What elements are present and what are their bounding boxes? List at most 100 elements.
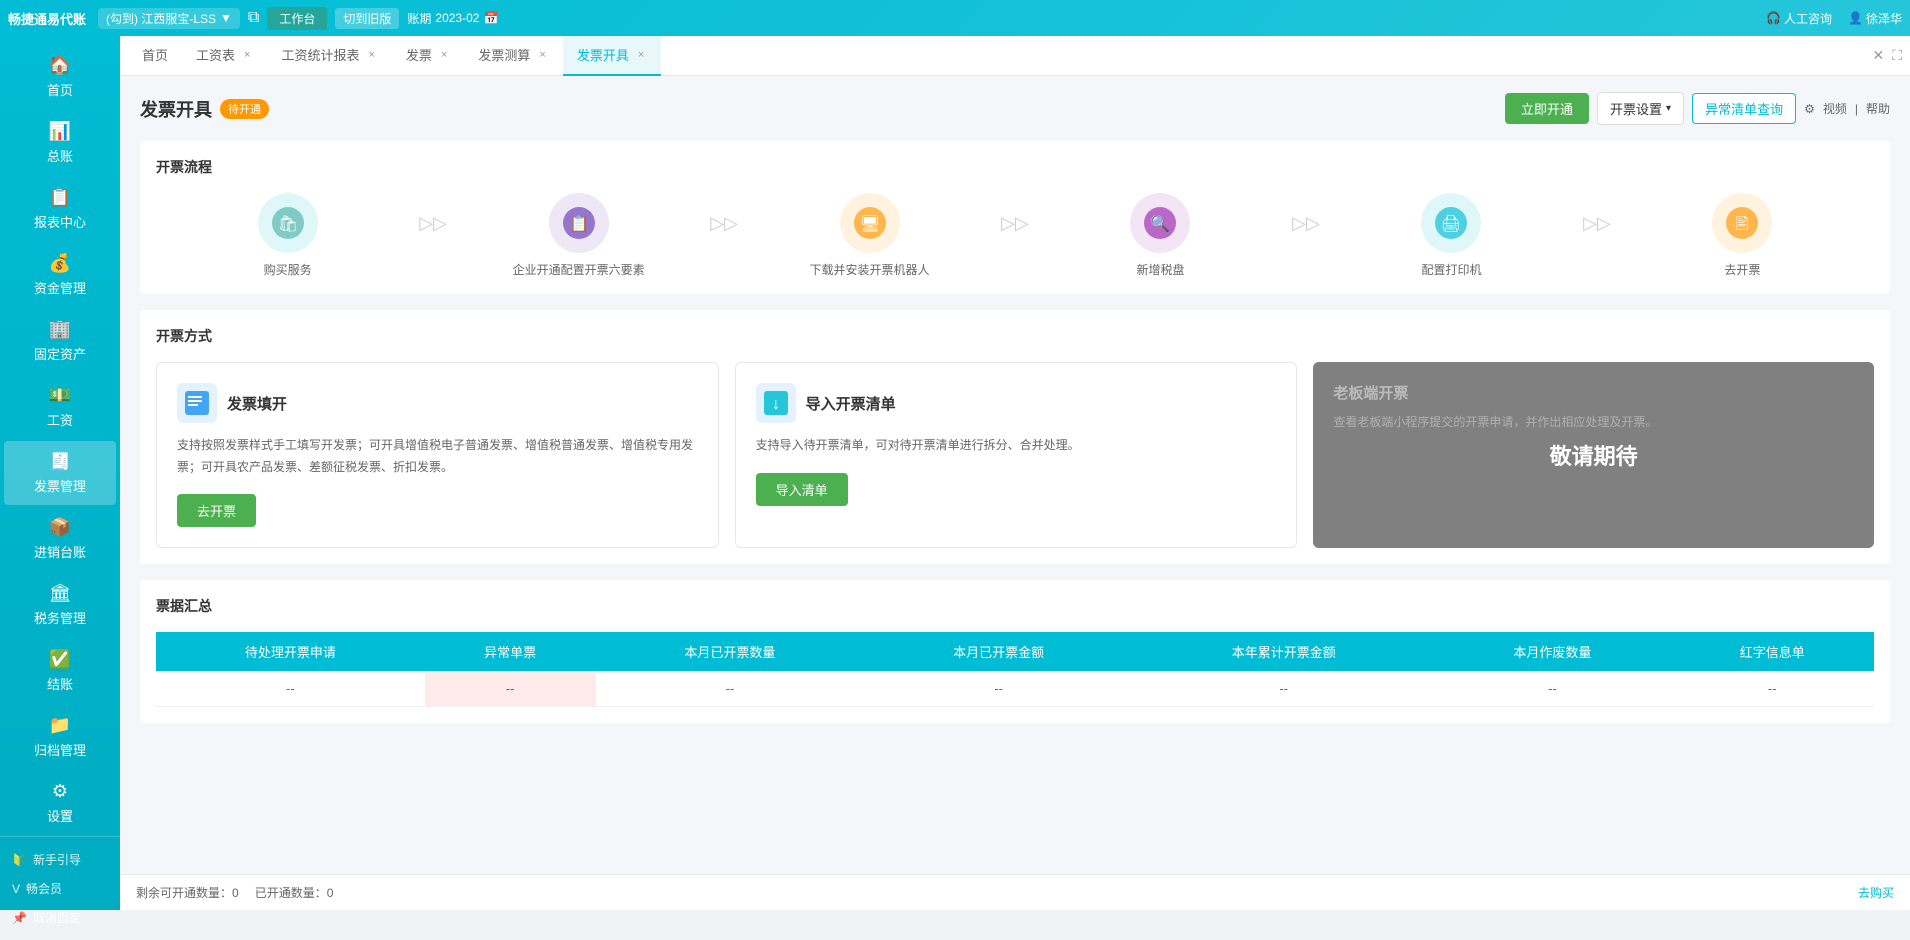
- summary-table-row: -- -- -- -- -- -- --: [156, 671, 1874, 707]
- summary-section: 票据汇总 待处理开票申请 异常单票 本月已开票数量 本月已开票金额 本年累计开票…: [140, 580, 1890, 723]
- headset-icon: 🎧: [1766, 11, 1781, 25]
- tab-invoice-tool-close[interactable]: ×: [635, 48, 647, 62]
- billing-section: 开票方式 发票填开 支持按照发票样式手工填写开发票；可开具增值税电子普通发票、增…: [140, 310, 1890, 564]
- adddisk-label: 新增税盘: [1136, 261, 1184, 278]
- sidebar-item-invoice[interactable]: 🧾 发票管理: [4, 441, 116, 505]
- import-invoice-card-icon: ↓: [756, 383, 796, 423]
- archive-icon: 📁: [49, 715, 71, 736]
- workspace-button[interactable]: 工作台: [267, 7, 327, 30]
- cell-pending: --: [156, 671, 425, 707]
- svg-text:📋: 📋: [569, 214, 589, 233]
- sidebar-item-guide[interactable]: 🔰 新手引导: [4, 845, 116, 874]
- col-void-count: 本月作废数量: [1434, 632, 1670, 671]
- process-section: 开票流程 🛍 购买服务 ▷▷ 📋 企业开: [140, 141, 1890, 294]
- open-settings-button[interactable]: 开票设置 ▾: [1597, 92, 1684, 125]
- col-year-amount: 本年累计开票金额: [1133, 632, 1434, 671]
- calendar-icon[interactable]: 📅: [483, 11, 498, 25]
- sidebar-unpin-button[interactable]: 📌 取消固定: [4, 903, 116, 932]
- sidebar-item-salary[interactable]: 💵 工资: [4, 375, 116, 439]
- sidebar-item-vip[interactable]: V 畅会员: [4, 874, 116, 903]
- user-profile[interactable]: 👤 徐泽华: [1848, 10, 1902, 27]
- company-selector[interactable]: (勾到) 江西服宝-LSS ▼: [98, 8, 240, 29]
- billing-methods: 发票填开 支持按照发票样式手工填写开发票；可开具增值税电子普通发票、增值税普通发…: [156, 362, 1874, 548]
- billing-section-title: 开票方式: [156, 326, 1874, 346]
- period-display: 账期 2023-02 📅: [407, 10, 498, 27]
- process-step-config: 📋 企业开通配置开票六要素: [447, 193, 710, 278]
- sidebar-item-home-label: 首页: [47, 80, 73, 99]
- sidebar-item-ledger[interactable]: 📊 总账: [4, 111, 116, 175]
- go-open-invoice-button[interactable]: 去开票: [177, 494, 256, 527]
- process-step-printer: 🖨 配置打印机: [1320, 193, 1583, 278]
- svg-text:🖹: 🖹: [1736, 215, 1749, 233]
- sidebar-item-funds-label: 资金管理: [34, 278, 86, 297]
- sidebar-item-ledger-label: 总账: [47, 146, 73, 165]
- svg-text:🔍: 🔍: [1151, 213, 1171, 233]
- sidebar-item-assets-label: 固定资产: [34, 344, 86, 363]
- cell-red-info: --: [1670, 671, 1874, 707]
- buy-link[interactable]: 去购买: [1858, 884, 1894, 901]
- sidebar-item-purchase-label: 进销台账: [34, 542, 86, 561]
- tab-home[interactable]: 首页: [128, 36, 182, 76]
- svg-text:↓: ↓: [772, 396, 780, 413]
- tab-invoice-calc-close[interactable]: ×: [536, 48, 548, 62]
- help-link[interactable]: 帮助: [1866, 100, 1890, 117]
- sidebar-item-archive[interactable]: 📁 归档管理: [4, 705, 116, 769]
- tab-salary-table[interactable]: 工资表 ×: [182, 36, 267, 76]
- separator: |: [1855, 102, 1858, 116]
- download-label: 下载并安装开票机器人: [810, 261, 930, 278]
- consultant-link[interactable]: 🎧 人工咨询: [1766, 10, 1832, 27]
- sidebar-item-vip-label: 畅会员: [26, 880, 62, 897]
- copy-icon[interactable]: ⧉: [248, 9, 259, 27]
- status-badge: 待开通: [220, 99, 269, 119]
- assets-icon: 🏢: [49, 319, 71, 340]
- switch-old-button[interactable]: 切到旧版: [335, 8, 399, 29]
- tab-invoice-list-close[interactable]: ×: [438, 48, 450, 62]
- tab-invoice-calc[interactable]: 发票测算 ×: [464, 36, 562, 76]
- import-list-button[interactable]: 导入清单: [756, 473, 848, 506]
- sidebar-item-settlement[interactable]: ✅ 结账: [4, 639, 116, 703]
- tab-salary-stats-close[interactable]: ×: [365, 48, 377, 62]
- tab-maximize-icon[interactable]: ⛶: [1892, 47, 1902, 64]
- sidebar-item-funds[interactable]: 💰 资金管理: [4, 243, 116, 307]
- sidebar-item-reports[interactable]: 📋 报表中心: [4, 177, 116, 241]
- sidebar-item-tax-label: 税务管理: [34, 608, 86, 627]
- tab-invoice-list[interactable]: 发票 ×: [392, 36, 464, 76]
- tab-salary-stats[interactable]: 工资统计报表 ×: [267, 36, 391, 76]
- adddisk-icon: 🔍: [1130, 193, 1190, 253]
- activate-now-button[interactable]: 立即开通: [1505, 93, 1589, 124]
- purchase-icon: 📦: [49, 517, 71, 538]
- cell-month-amount: --: [864, 671, 1133, 707]
- boss-invoice-card: 老板端开票 查看老板端小程序提交的开票申请，并作出相应处理及开票。 敬请期待: [1313, 362, 1874, 548]
- config-icon: 📋: [549, 193, 609, 253]
- tab-salary-table-close[interactable]: ×: [241, 48, 253, 62]
- col-month-count: 本月已开票数量: [596, 632, 865, 671]
- fill-invoice-title: 发票填开: [227, 393, 287, 414]
- fill-invoice-header: 发票填开: [177, 383, 698, 423]
- app-logo: 畅捷通易代账: [8, 9, 86, 28]
- view-video-link[interactable]: 视频: [1823, 100, 1847, 117]
- sidebar-item-settlement-label: 结账: [47, 674, 73, 693]
- tab-invoice-tool[interactable]: 发票开具 ×: [563, 36, 661, 76]
- funds-icon: 💰: [49, 253, 71, 274]
- sidebar-item-salary-label: 工资: [47, 410, 73, 429]
- tab-close-icon[interactable]: ✕: [1872, 47, 1884, 64]
- page-header: 发票开具 待开通 立即开通 开票设置 ▾ 异常清单查询 ⚙ 视频 | 帮助: [140, 92, 1890, 125]
- unpin-label: 取消固定: [33, 909, 81, 926]
- tab-bar-actions: ✕ ⛶: [1872, 47, 1902, 64]
- process-flow: 🛍 购买服务 ▷▷ 📋 企业开通配置开票六要素 ▷▷: [156, 193, 1874, 278]
- sidebar-item-home[interactable]: 🏠 首页: [4, 45, 116, 109]
- sidebar-item-purchase[interactable]: 📦 进销台账: [4, 507, 116, 571]
- page-area: 发票开具 待开通 立即开通 开票设置 ▾ 异常清单查询 ⚙ 视频 | 帮助: [120, 76, 1910, 874]
- sidebar-item-archive-label: 归档管理: [34, 740, 86, 759]
- reports-icon: 📋: [49, 187, 71, 208]
- svg-text:🖥: 🖥: [859, 215, 879, 233]
- sidebar-item-settings[interactable]: ⚙ 设置: [4, 771, 116, 835]
- tax-icon: 🏛: [49, 583, 72, 604]
- sidebar-item-tax[interactable]: 🏛 税务管理: [4, 573, 116, 637]
- cell-abnormal: --: [425, 671, 596, 707]
- open-settings-label: 开票设置: [1610, 99, 1662, 118]
- sidebar-item-assets[interactable]: 🏢 固定资产: [4, 309, 116, 373]
- printer-icon: 🖨: [1421, 193, 1481, 253]
- abnormal-query-button[interactable]: 异常清单查询: [1692, 93, 1796, 124]
- pin-icon: 📌: [12, 911, 27, 925]
